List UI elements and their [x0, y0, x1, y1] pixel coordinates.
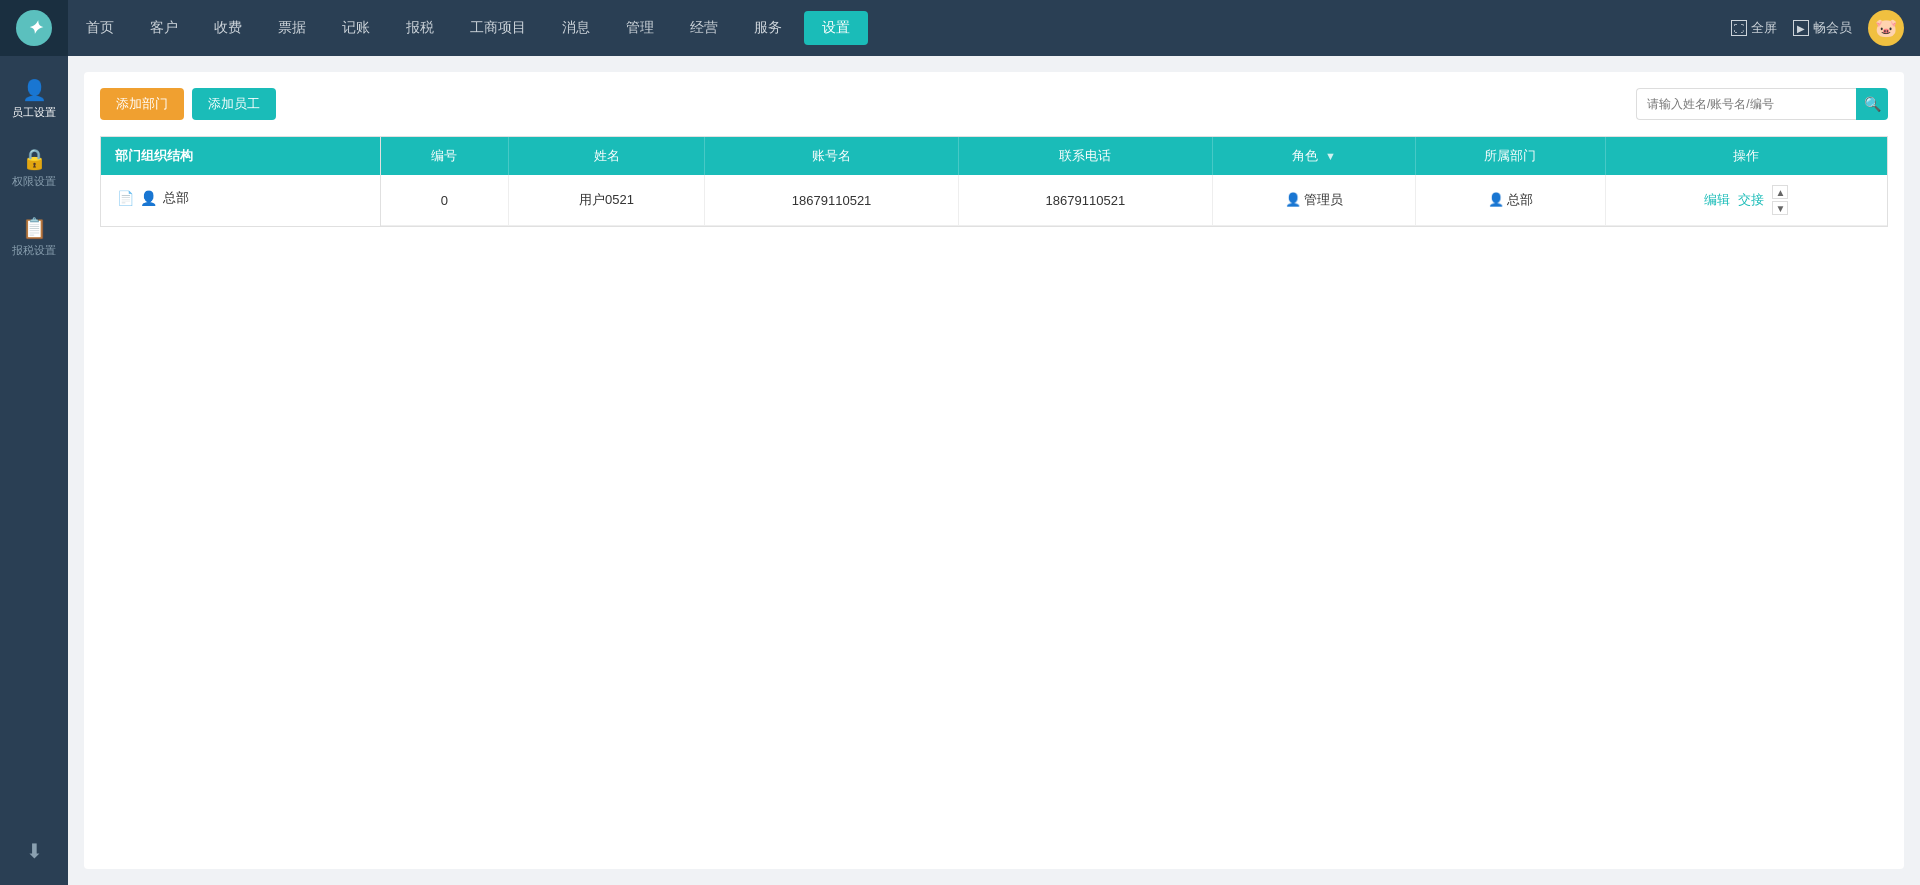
cell-name: 用户0521 — [508, 175, 704, 226]
main-content: 添加部门 添加员工 🔍 部门组织结构 📄 — [68, 56, 1920, 885]
dept-user-icon-cell: 👤 — [1488, 192, 1504, 207]
sidebar-download-button[interactable]: ⬇ — [0, 827, 68, 875]
download-icon: ⬇ — [26, 839, 43, 863]
edit-link[interactable]: 编辑 — [1704, 191, 1730, 209]
top-navigation: ✦ 首页客户收费票据记账报税工商项目消息管理经营服务设置 ⛶ 全屏 ▶ 畅会员 … — [0, 0, 1920, 56]
col-dept: 所属部门 — [1416, 137, 1605, 175]
logo-icon: ✦ — [16, 10, 52, 46]
scroll-down-button[interactable]: ▼ — [1772, 201, 1788, 215]
cell-account: 18679110521 — [705, 175, 959, 226]
sidebar-permission-label: 权限设置 — [12, 175, 56, 188]
scroll-arrows: ▲ ▼ — [1768, 185, 1792, 215]
vip-label: 畅会员 — [1813, 19, 1852, 37]
search-input[interactable] — [1636, 88, 1856, 120]
dept-tree: 部门组织结构 📄 👤 总部 — [100, 136, 380, 227]
col-id: 编号 — [381, 137, 508, 175]
nav-item-工商项目[interactable]: 工商项目 — [452, 0, 544, 56]
sidebar-item-employee[interactable]: 👤 员工设置 — [0, 66, 68, 131]
nav-item-报税[interactable]: 报税 — [388, 0, 452, 56]
add-emp-button[interactable]: 添加员工 — [192, 88, 276, 120]
nav-right: ⛶ 全屏 ▶ 畅会员 🐷 — [1731, 10, 1920, 46]
avatar[interactable]: 🐷 — [1868, 10, 1904, 46]
sidebar-item-permission[interactable]: 🔒 权限设置 — [0, 135, 68, 200]
action-buttons: 添加部门 添加员工 — [100, 88, 276, 120]
col-phone: 联系电话 — [958, 137, 1212, 175]
cell-id: 0 — [381, 175, 508, 226]
table-row: 0 用户0521 18679110521 18679110521 👤管理员 👤总… — [381, 175, 1887, 226]
content-card: 添加部门 添加员工 🔍 部门组织结构 📄 — [84, 72, 1904, 869]
search-icon: 🔍 — [1864, 96, 1881, 112]
add-dept-button[interactable]: 添加部门 — [100, 88, 184, 120]
col-role[interactable]: 角色 ▼ — [1212, 137, 1415, 175]
permission-icon: 🔒 — [22, 147, 47, 171]
nav-item-经营[interactable]: 经营 — [672, 0, 736, 56]
sidebar: 👤 员工设置 🔒 权限设置 📋 报税设置 ⬇ — [0, 56, 68, 885]
emp-table: 编号 姓名 账号名 联系电话 角色 ▼ 所属部门 操作 0 — [380, 136, 1888, 227]
vip-button[interactable]: ▶ 畅会员 — [1793, 19, 1852, 37]
cell-dept: 👤总部 — [1416, 175, 1605, 226]
scroll-up-button[interactable]: ▲ — [1772, 185, 1788, 199]
col-name: 姓名 — [508, 137, 704, 175]
role-user-icon: 👤 — [1285, 192, 1301, 207]
col-account: 账号名 — [705, 137, 959, 175]
fullscreen-icon: ⛶ — [1731, 20, 1747, 36]
dept-tree-body: 📄 👤 总部 — [101, 175, 380, 221]
table-body: 0 用户0521 18679110521 18679110521 👤管理员 👤总… — [381, 175, 1887, 226]
transfer-link[interactable]: 交接 — [1738, 191, 1764, 209]
fullscreen-label: 全屏 — [1751, 19, 1777, 37]
file-icon: 📄 — [117, 190, 134, 206]
cell-actions: 编辑 交接 ▲ ▼ — [1606, 175, 1887, 225]
nav-item-客户[interactable]: 客户 — [132, 0, 196, 56]
cell-role: 👤管理员 — [1212, 175, 1415, 226]
dept-user-icon: 👤 — [140, 190, 157, 206]
search-button[interactable]: 🔍 — [1856, 88, 1888, 120]
nav-items: 首页客户收费票据记账报税工商项目消息管理经营服务设置 — [68, 0, 1731, 56]
employee-icon: 👤 — [22, 78, 47, 102]
nav-item-收费[interactable]: 收费 — [196, 0, 260, 56]
nav-item-管理[interactable]: 管理 — [608, 0, 672, 56]
employee-table: 编号 姓名 账号名 联系电话 角色 ▼ 所属部门 操作 0 — [381, 137, 1887, 226]
nav-item-消息[interactable]: 消息 — [544, 0, 608, 56]
dept-name-head: 总部 — [163, 189, 189, 207]
nav-item-设置[interactable]: 设置 — [804, 11, 868, 45]
fullscreen-button[interactable]: ⛶ 全屏 — [1731, 19, 1777, 37]
two-col-layout: 部门组织结构 📄 👤 总部 编号 — [100, 136, 1888, 227]
app-layout: 👤 员工设置 🔒 权限设置 📋 报税设置 ⬇ 添加部门 添加员工 — [0, 56, 1920, 885]
sidebar-item-tax[interactable]: 📋 报税设置 — [0, 204, 68, 269]
nav-item-首页[interactable]: 首页 — [68, 0, 132, 56]
sidebar-bottom: ⬇ — [0, 827, 68, 885]
tax-icon: 📋 — [22, 216, 47, 240]
action-bar: 添加部门 添加员工 🔍 — [100, 88, 1888, 120]
filter-icon: ▼ — [1325, 150, 1336, 162]
nav-item-服务[interactable]: 服务 — [736, 0, 800, 56]
search-area: 🔍 — [1636, 88, 1888, 120]
sidebar-employee-label: 员工设置 — [12, 106, 56, 119]
nav-item-记账[interactable]: 记账 — [324, 0, 388, 56]
sidebar-tax-label: 报税设置 — [12, 244, 56, 257]
col-action: 操作 — [1605, 137, 1887, 175]
logo-area: ✦ — [0, 0, 68, 56]
cell-phone: 18679110521 — [958, 175, 1212, 226]
dept-tree-header: 部门组织结构 — [101, 137, 380, 175]
table-header: 编号 姓名 账号名 联系电话 角色 ▼ 所属部门 操作 — [381, 137, 1887, 175]
dept-tree-item-head[interactable]: 📄 👤 总部 — [109, 183, 372, 213]
nav-item-票据[interactable]: 票据 — [260, 0, 324, 56]
vip-icon: ▶ — [1793, 20, 1809, 36]
